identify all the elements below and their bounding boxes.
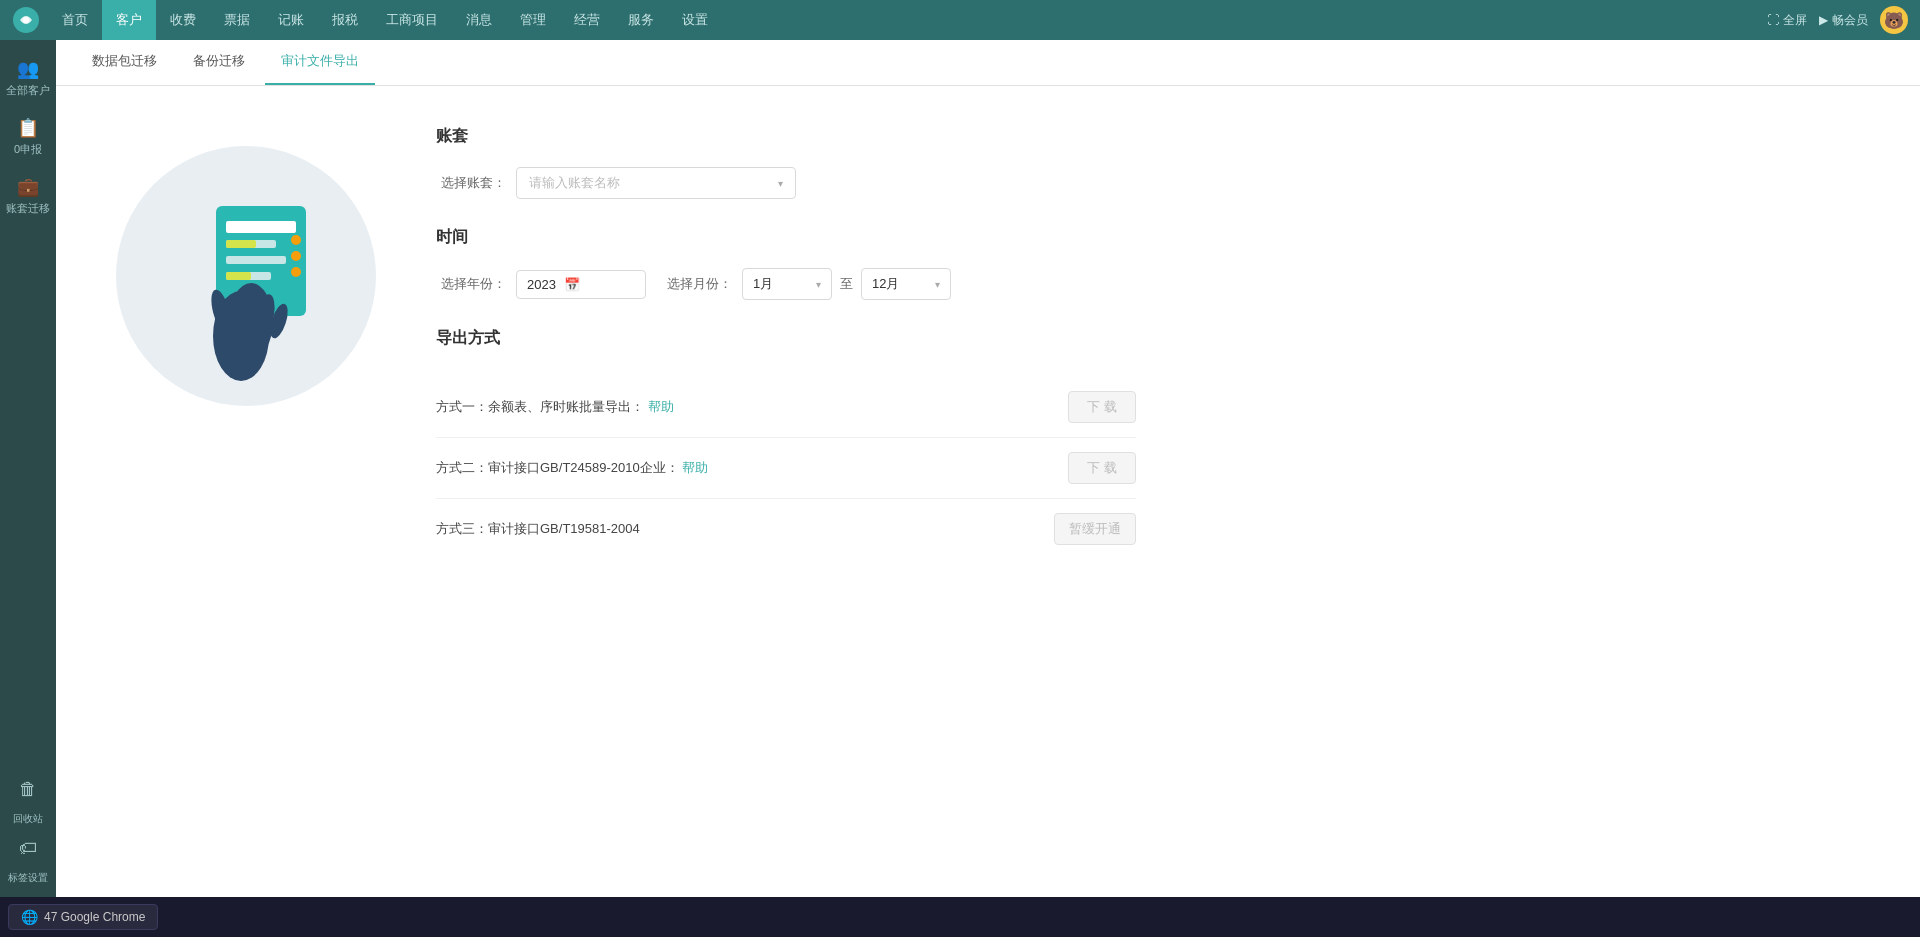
year-label: 选择年份： — [436, 275, 506, 293]
svg-point-8 — [291, 251, 301, 261]
all-customers-icon: 👥 — [17, 58, 39, 80]
vip-icon: ▶ — [1819, 13, 1828, 27]
chrome-icon: 🌐 — [21, 909, 38, 925]
top-nav-items: 首页 客户 收费 票据 记账 报税 工商项目 消息 管理 经营 服务 设置 — [48, 0, 1767, 40]
to-separator: 至 — [840, 275, 853, 293]
account-select-arrow-icon: ▾ — [778, 178, 783, 189]
nav-item-tax[interactable]: 报税 — [318, 0, 372, 40]
method-1-download-button[interactable]: 下 载 — [1068, 391, 1136, 423]
method-3-coming-soon-button: 暂缓开通 — [1054, 513, 1136, 545]
tab-audit-export[interactable]: 审计文件导出 — [265, 40, 375, 85]
nav-item-home[interactable]: 首页 — [48, 0, 102, 40]
tag-settings-icon: 🏷 — [19, 838, 37, 859]
recycle-bin-label: 回收站 — [13, 812, 43, 826]
sidebar-item-zero-declaration[interactable]: 📋 0申报 — [0, 107, 56, 166]
nav-item-manage[interactable]: 管理 — [506, 0, 560, 40]
svg-point-1 — [23, 17, 29, 23]
sidebar-item-tag-settings[interactable]: 🏷 — [0, 830, 56, 867]
month-end-select[interactable]: 12月 ▾ — [861, 268, 951, 300]
method-2-help-link[interactable]: 帮助 — [682, 460, 708, 475]
tab-data-migration[interactable]: 数据包迁移 — [76, 40, 173, 85]
account-label: 选择账套： — [436, 174, 506, 192]
svg-rect-3 — [226, 221, 296, 233]
month-end-arrow-icon: ▾ — [935, 279, 940, 290]
vip-button[interactable]: ▶ 畅会员 — [1819, 12, 1868, 29]
sidebar-item-all-customers[interactable]: 👥 全部客户 — [0, 48, 56, 107]
taskbar-chrome-label: 47 Google Chrome — [44, 910, 145, 924]
nav-item-billing[interactable]: 收费 — [156, 0, 210, 40]
fullscreen-icon: ⛶ — [1767, 13, 1779, 27]
calendar-icon: 📅 — [564, 277, 580, 292]
nav-item-bookkeeping[interactable]: 记账 — [264, 0, 318, 40]
illustration-circle — [116, 146, 376, 406]
taskbar: 🌐 47 Google Chrome — [0, 897, 1920, 937]
export-method-3: 方式三：审计接口GB/T19581-2004 暂缓开通 — [436, 499, 1136, 559]
year-input[interactable]: 2023 📅 — [516, 270, 646, 299]
tab-backup-migration[interactable]: 备份迁移 — [177, 40, 261, 85]
export-method-1: 方式一：余额表、序时账批量导出： 帮助 下 载 — [436, 377, 1136, 438]
top-nav: 首页 客户 收费 票据 记账 报税 工商项目 消息 管理 经营 服务 设置 ⛶ … — [0, 0, 1920, 40]
account-row: 选择账套： 请输入账套名称 ▾ — [436, 167, 1136, 199]
sidebar-bottom: 🗑 回收站 🏷 标签设置 — [0, 771, 56, 897]
year-value: 2023 — [527, 277, 556, 292]
top-nav-right: ⛶ 全屏 ▶ 畅会员 🐻 — [1767, 6, 1920, 34]
nav-item-message[interactable]: 消息 — [452, 0, 506, 40]
recycle-bin-icon: 🗑 — [19, 779, 37, 800]
account-select-placeholder: 请输入账套名称 — [529, 174, 620, 192]
method-2-download-button[interactable]: 下 载 — [1068, 452, 1136, 484]
export-method-3-text: 方式三：审计接口GB/T19581-2004 — [436, 520, 1054, 538]
sidebar-item-account-migration[interactable]: 💼 账套迁移 — [0, 166, 56, 225]
svg-point-7 — [291, 235, 301, 245]
account-migration-icon: 💼 — [17, 176, 39, 198]
tag-settings-label: 标签设置 — [8, 871, 48, 885]
account-select[interactable]: 请输入账套名称 ▾ — [516, 167, 796, 199]
app-logo — [8, 2, 44, 38]
zero-declaration-icon: 📋 — [17, 117, 39, 139]
nav-item-operation[interactable]: 经营 — [560, 0, 614, 40]
time-section-title: 时间 — [436, 227, 1136, 252]
page-content: 账套 选择账套： 请输入账套名称 ▾ 时间 选择年份： 2023 📅 — [56, 86, 1920, 897]
month-start-select[interactable]: 1月 ▾ — [742, 268, 832, 300]
nav-item-business[interactable]: 工商项目 — [372, 0, 452, 40]
svg-rect-11 — [226, 272, 251, 280]
export-section-title: 导出方式 — [436, 328, 1136, 353]
sidebar-item-recycle-bin[interactable]: 🗑 — [0, 771, 56, 808]
export-method-2-text: 方式二：审计接口GB/T24589-2010企业： 帮助 — [436, 459, 1068, 477]
export-method-2: 方式二：审计接口GB/T24589-2010企业： 帮助 下 载 — [436, 438, 1136, 499]
sidebar: 👥 全部客户 📋 0申报 💼 账套迁移 🗑 回收站 🏷 标签设置 — [0, 40, 56, 897]
svg-point-9 — [291, 267, 301, 277]
main-layout: 👥 全部客户 📋 0申报 💼 账套迁移 🗑 回收站 🏷 标签设置 数据包迁移 备… — [0, 40, 1920, 897]
time-row: 选择年份： 2023 📅 选择月份： 1月 ▾ 至 12月 ▾ — [436, 268, 1136, 300]
tab-bar: 数据包迁移 备份迁移 审计文件导出 — [56, 40, 1920, 86]
month-start-value: 1月 — [753, 275, 773, 293]
export-method-1-text: 方式一：余额表、序时账批量导出： 帮助 — [436, 398, 1068, 416]
month-end-value: 12月 — [872, 275, 899, 293]
nav-item-service[interactable]: 服务 — [614, 0, 668, 40]
nav-item-invoice[interactable]: 票据 — [210, 0, 264, 40]
fullscreen-button[interactable]: ⛶ 全屏 — [1767, 12, 1807, 29]
method-1-help-link[interactable]: 帮助 — [648, 399, 674, 414]
illustration-area — [116, 146, 376, 406]
content-area: 数据包迁移 备份迁移 审计文件导出 — [56, 40, 1920, 897]
form-area: 账套 选择账套： 请输入账套名称 ▾ 时间 选择年份： 2023 📅 — [436, 126, 1136, 559]
taskbar-chrome[interactable]: 🌐 47 Google Chrome — [8, 904, 158, 930]
month-label: 选择月份： — [662, 275, 732, 293]
nav-item-customer[interactable]: 客户 — [102, 0, 156, 40]
user-avatar[interactable]: 🐻 — [1880, 6, 1908, 34]
nav-item-settings[interactable]: 设置 — [668, 0, 722, 40]
svg-rect-10 — [226, 240, 256, 248]
svg-rect-5 — [226, 256, 286, 264]
account-section-title: 账套 — [436, 126, 1136, 151]
month-start-arrow-icon: ▾ — [816, 279, 821, 290]
export-section: 方式一：余额表、序时账批量导出： 帮助 下 载 方式二：审计接口GB/T2458… — [436, 377, 1136, 559]
illustration-svg — [146, 166, 346, 386]
